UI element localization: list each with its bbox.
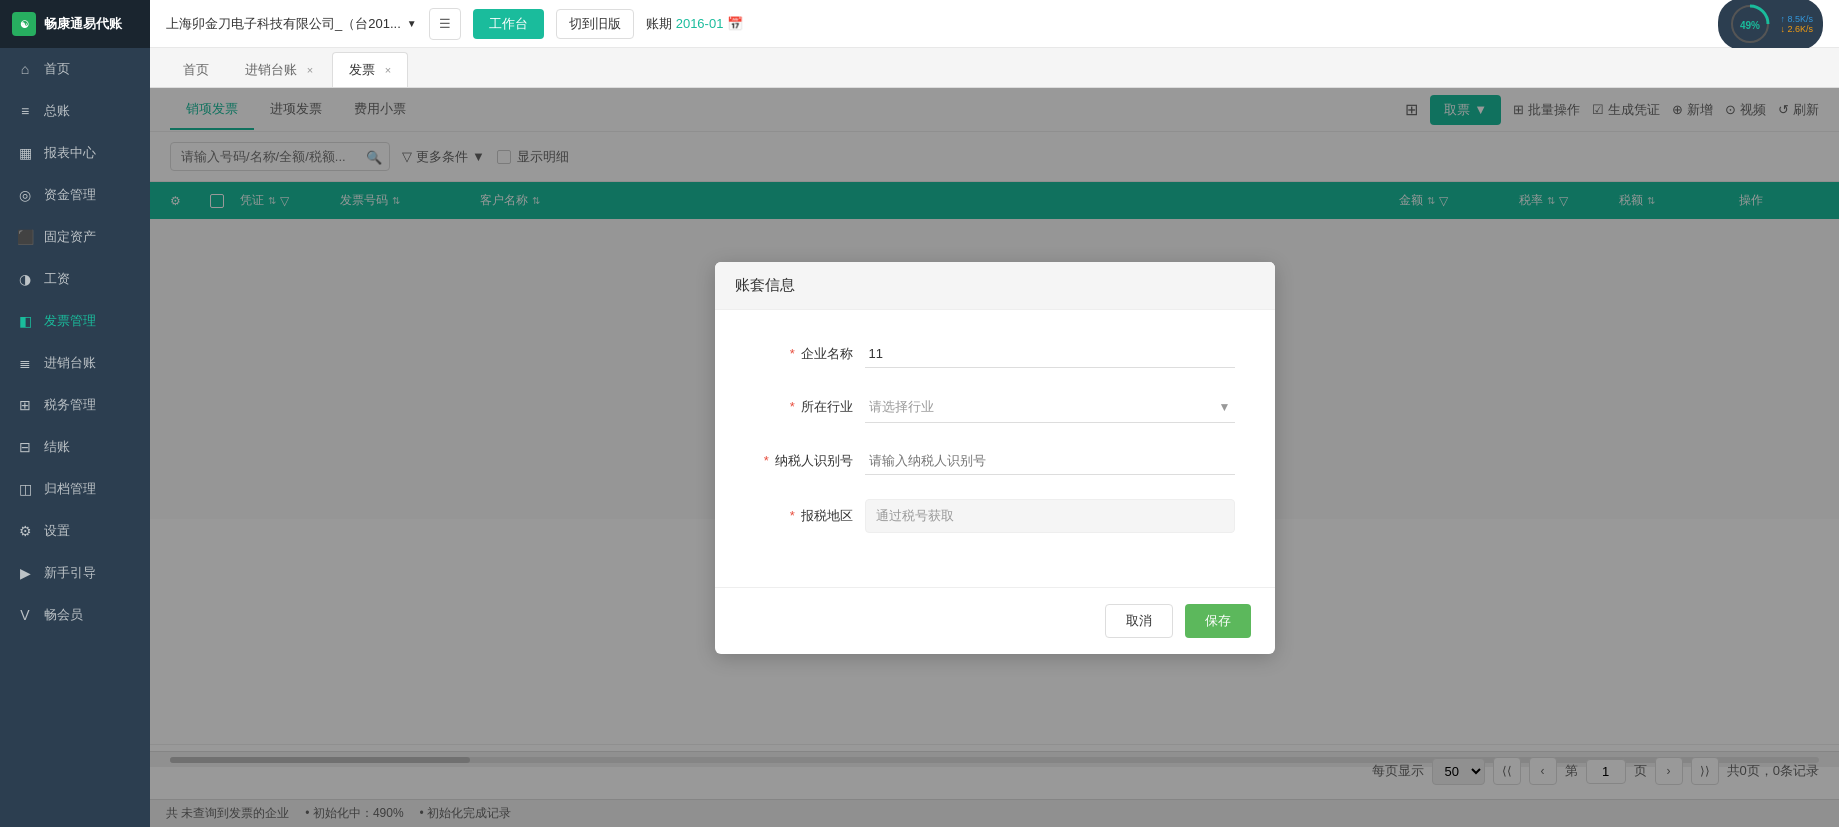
salary-icon: ◑ <box>16 271 34 287</box>
company-name-input[interactable] <box>865 340 1235 368</box>
sidebar-item-label: 畅会员 <box>44 606 83 624</box>
sidebar-item-tax[interactable]: ⊞ 税务管理 <box>0 384 150 426</box>
period-label: 账期 <box>646 15 672 33</box>
ledger-icon: ≡ <box>16 103 34 119</box>
tab-bar: 首页 进销台账 × 发票 × <box>150 48 1839 88</box>
tab-purchase[interactable]: 进销台账 × <box>228 52 330 87</box>
tab-home[interactable]: 首页 <box>166 52 226 87</box>
sidebar-item-label: 总账 <box>44 102 70 120</box>
calendar-icon[interactable]: 📅 <box>727 16 743 31</box>
workbench-button[interactable]: 工作台 <box>473 9 544 39</box>
svg-text:49%: 49% <box>1740 20 1760 31</box>
tab-invoice-close[interactable]: × <box>385 64 391 76</box>
tax-region-readonly: 通过税号获取 <box>865 499 1235 533</box>
network-status: 49% ↑ 8.5K/s ↓ 2.6K/s <box>1718 0 1823 50</box>
sidebar-item-salary[interactable]: ◑ 工资 <box>0 258 150 300</box>
sidebar-item-ledger[interactable]: ≡ 总账 <box>0 90 150 132</box>
sidebar-item-close[interactable]: ⊟ 结账 <box>0 426 150 468</box>
report-icon: ▦ <box>16 145 34 161</box>
required-mark-3: * <box>764 453 769 468</box>
sidebar-item-label: 资金管理 <box>44 186 96 204</box>
industry-dropdown-icon: ▼ <box>1219 400 1231 414</box>
sidebar-item-report[interactable]: ▦ 报表中心 <box>0 132 150 174</box>
purchase-icon: ≣ <box>16 355 34 371</box>
main-content: 上海卯金刀电子科技有限公司_（台201... ▼ ☰ 工作台 切到旧版 账期 2… <box>150 0 1839 827</box>
sidebar-item-purchase[interactable]: ≣ 进销台账 <box>0 342 150 384</box>
required-mark-2: * <box>790 399 795 414</box>
switch-old-button[interactable]: 切到旧版 <box>556 9 634 39</box>
industry-select[interactable]: 请选择行业 ▼ <box>865 392 1235 423</box>
required-mark: * <box>790 346 795 361</box>
settings-icon: ⚙ <box>16 523 34 539</box>
company-name-label: * 企业名称 <box>755 345 865 363</box>
speed-down: ↓ 2.6K/s <box>1780 24 1813 34</box>
app-logo: ☯ 畅康通易代账 <box>0 0 150 48</box>
logo-icon: ☯ <box>12 12 36 36</box>
sidebar-item-member[interactable]: V 畅会员 <box>0 594 150 636</box>
sidebar-item-settings[interactable]: ⚙ 设置 <box>0 510 150 552</box>
company-name: 上海卯金刀电子科技有限公司_（台201... <box>166 15 401 33</box>
modal-overlay[interactable]: 账套信息 * 企业名称 <box>150 88 1839 827</box>
page-content: 销项发票 进项发票 费用小票 ⊞ 取票 ▼ ⊞ <box>150 88 1839 827</box>
tab-purchase-close[interactable]: × <box>307 64 313 76</box>
sidebar-item-fund[interactable]: ◎ 资金管理 <box>0 174 150 216</box>
required-mark-4: * <box>790 508 795 523</box>
form-row-industry: * 所在行业 请选择行业 ▼ <box>755 392 1235 423</box>
dialog-body: * 企业名称 * 所在行业 请选择行业 <box>715 310 1275 587</box>
form-row-company: * 企业名称 <box>755 340 1235 368</box>
period-value: 2016-01 <box>676 16 724 31</box>
invoice-icon: ◧ <box>16 313 34 329</box>
account-info-dialog: 账套信息 * 企业名称 <box>715 262 1275 654</box>
app-name: 畅康通易代账 <box>44 15 122 33</box>
dialog-header: 账套信息 <box>715 262 1275 310</box>
save-button[interactable]: 保存 <box>1185 604 1251 638</box>
sidebar-item-label: 工资 <box>44 270 70 288</box>
period-display: 账期 2016-01 📅 <box>646 15 744 33</box>
sidebar-item-label: 报表中心 <box>44 144 96 162</box>
network-circle: 49% <box>1728 2 1772 46</box>
sidebar-item-invoice[interactable]: ◧ 发票管理 <box>0 300 150 342</box>
sidebar-item-fixed[interactable]: ⬛ 固定资产 <box>0 216 150 258</box>
tab-invoice[interactable]: 发票 × <box>332 52 408 87</box>
close-account-icon: ⊟ <box>16 439 34 455</box>
sidebar-item-label: 新手引导 <box>44 564 96 582</box>
tax-id-input[interactable] <box>865 447 1235 475</box>
sidebar: ☯ 畅康通易代账 ⌂ 首页 ≡ 总账 ▦ 报表中心 ◎ 资金管理 ⬛ 固定资产 … <box>0 0 150 827</box>
topbar: 上海卯金刀电子科技有限公司_（台201... ▼ ☰ 工作台 切到旧版 账期 2… <box>150 0 1839 48</box>
sidebar-item-archive[interactable]: ◫ 归档管理 <box>0 468 150 510</box>
company-selector[interactable]: 上海卯金刀电子科技有限公司_（台201... ▼ <box>166 15 417 33</box>
industry-label: * 所在行业 <box>755 398 865 416</box>
fund-icon: ◎ <box>16 187 34 203</box>
sidebar-item-label: 归档管理 <box>44 480 96 498</box>
region-label: * 报税地区 <box>755 507 865 525</box>
home-icon: ⌂ <box>16 61 34 77</box>
archive-icon: ◫ <box>16 481 34 497</box>
sidebar-item-label: 首页 <box>44 60 70 78</box>
company-dropdown-icon: ▼ <box>407 18 417 29</box>
sidebar-item-label: 设置 <box>44 522 70 540</box>
taxid-label: * 纳税人识别号 <box>755 452 865 470</box>
info-icon: ☰ <box>439 16 451 31</box>
guide-icon: ▶ <box>16 565 34 581</box>
sidebar-item-home[interactable]: ⌂ 首页 <box>0 48 150 90</box>
sidebar-item-label: 发票管理 <box>44 312 96 330</box>
dialog-footer: 取消 保存 <box>715 587 1275 654</box>
form-row-region: * 报税地区 通过税号获取 <box>755 499 1235 533</box>
speed-display: ↑ 8.5K/s ↓ 2.6K/s <box>1780 14 1813 34</box>
sidebar-item-label: 结账 <box>44 438 70 456</box>
sidebar-item-label: 固定资产 <box>44 228 96 246</box>
member-icon: V <box>16 607 34 623</box>
company-info-button[interactable]: ☰ <box>429 8 461 40</box>
tax-icon: ⊞ <box>16 397 34 413</box>
sidebar-item-label: 进销台账 <box>44 354 96 372</box>
sidebar-item-label: 税务管理 <box>44 396 96 414</box>
speed-up: ↑ 8.5K/s <box>1780 14 1813 24</box>
form-row-taxid: * 纳税人识别号 <box>755 447 1235 475</box>
fixed-icon: ⬛ <box>16 229 34 245</box>
sidebar-item-guide[interactable]: ▶ 新手引导 <box>0 552 150 594</box>
cancel-button[interactable]: 取消 <box>1105 604 1173 638</box>
